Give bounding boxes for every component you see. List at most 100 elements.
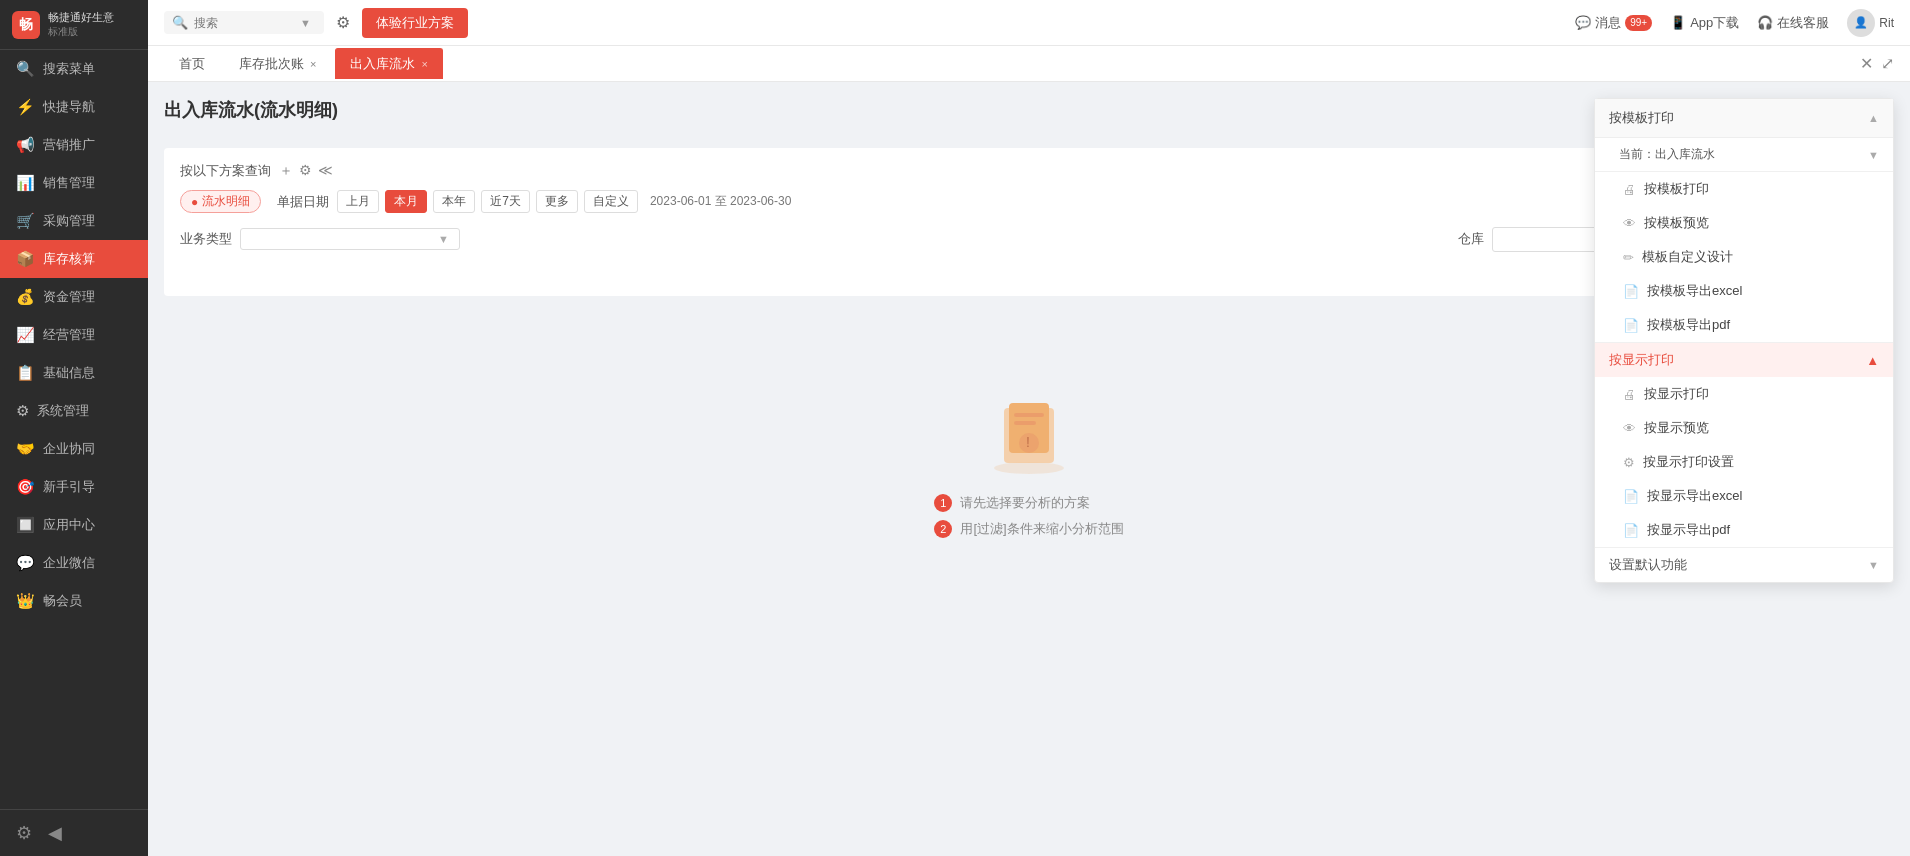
sidebar-item-marketing[interactable]: 📢营销推广 [0,126,148,164]
date-range-text: 2023-06-01 至 2023-06-30 [650,193,791,210]
sidebar-item-purchase[interactable]: 🛒采购管理 [0,202,148,240]
avatar: 👤 [1847,9,1875,37]
sidebar-label-inventory: 库存核算 [43,250,95,268]
collapse-condition-icon[interactable]: ≪ [318,162,333,180]
biz-type-label: 业务类型 [180,230,232,248]
sidebar-item-wechat[interactable]: 💬企业微信 [0,544,148,582]
svg-point-0 [994,462,1064,474]
topbar-right: 💬 消息 99+ 📱 App下载 🎧 在线客服 👤 Rit [1575,9,1894,37]
sidebar-label-operation: 经营管理 [43,326,95,344]
sidebar-item-system[interactable]: ⚙系统管理 [0,392,148,430]
dropdown-item-template-preview[interactable]: 👁 按模板预览 [1595,206,1893,240]
sidebar-item-app-center[interactable]: 🔲应用中心 [0,506,148,544]
gear-condition-icon[interactable]: ⚙ [299,162,312,180]
excel-icon-2: 📄 [1623,489,1639,504]
dropdown-item-display-print-label: 按显示打印 [1644,385,1709,403]
sidebar-label-marketing: 营销推广 [43,136,95,154]
sidebar-item-enterprise[interactable]: 🤝企业协同 [0,430,148,468]
dropdown-close-icon[interactable]: ▲ [1868,112,1879,124]
excel-icon-1: 📄 [1623,284,1639,299]
user-profile[interactable]: 👤 Rit [1847,9,1894,37]
online-service-label: 在线客服 [1777,14,1829,32]
add-condition-icon[interactable]: ＋ [279,162,293,180]
dropdown-item-display-print[interactable]: 🖨 按显示打印 [1595,377,1893,411]
date-btn-current-month[interactable]: 本月 [385,190,427,213]
sidebar-item-guide[interactable]: 🎯新手引导 [0,468,148,506]
tab-maximize-icon[interactable]: ⤢ [1881,54,1894,73]
sidebar-icon-search: 🔍 [16,60,35,78]
dropdown-item-display-pdf[interactable]: 📄 按显示导出pdf [1595,513,1893,547]
dropdown-item-template-print[interactable]: 🖨 按模板打印 [1595,172,1893,206]
date-btn-custom[interactable]: 自定义 [584,190,638,213]
sidebar-item-inventory[interactable]: 📦 库存核算 [0,240,148,278]
app-download-item[interactable]: 📱 App下载 [1670,14,1739,32]
dropdown-title: 按模板打印 [1609,109,1674,127]
dropdown-item-display-excel[interactable]: 📄 按显示导出excel [1595,479,1893,513]
filter-label: 按以下方案查询 [180,162,271,180]
sidebar-item-operation[interactable]: 📈经营管理 [0,316,148,354]
tab-flow[interactable]: 出入库流水 × [335,48,442,79]
date-btn-more[interactable]: 更多 [536,190,578,213]
app-icon: 📱 [1670,15,1686,30]
page-title: 出入库流水(流水明细) [164,98,338,122]
dropdown-footer[interactable]: 设置默认功能 ▼ [1595,548,1893,582]
dropdown-item-template-pdf[interactable]: 📄 按模板导出pdf [1595,308,1893,342]
pdf-icon-1: 📄 [1623,318,1639,333]
sidebar-icon-sales: 📊 [16,174,35,192]
biz-type-select[interactable]: ▼ [240,228,460,250]
dropdown-section2-header[interactable]: 按显示打印 ▲ [1595,343,1893,377]
message-badge: 99+ [1625,15,1652,31]
message-item[interactable]: 💬 消息 99+ [1575,14,1652,32]
preview-icon-1: 👁 [1623,216,1636,231]
dropdown-current[interactable]: 当前：出入库流水 ▼ [1595,138,1893,172]
svg-text:!: ! [1026,434,1030,450]
app-download-label: App下载 [1690,14,1739,32]
collapse-icon[interactable]: ◀ [48,822,62,844]
industry-solution-button[interactable]: 体验行业方案 [362,8,468,38]
dropdown-item-display-preview[interactable]: 👁 按显示预览 [1595,411,1893,445]
sidebar-item-finance[interactable]: 💰资金管理 [0,278,148,316]
sidebar-label-search: 搜索菜单 [43,60,95,78]
settings-gear-icon[interactable]: ⚙ [336,13,350,32]
empty-steps: 1 请先选择要分析的方案 2 用[过滤]条件来缩小分析范围 [934,490,1123,542]
tab-batch-account-label: 库存批次账 [239,55,304,73]
sidebar-icon-inventory: 📦 [16,250,35,268]
tab-flow-close-icon[interactable]: × [421,58,427,70]
sidebar-icon-wechat: 💬 [16,554,35,572]
sidebar-bottom: ⚙ ◀ [0,809,148,856]
dropdown-item-template-excel[interactable]: 📄 按模板导出excel [1595,274,1893,308]
date-btn-7days[interactable]: 近7天 [481,190,530,213]
dropdown-item-display-settings[interactable]: ⚙ 按显示打印设置 [1595,445,1893,479]
biz-type-arrow-icon: ▼ [438,233,449,245]
date-btn-current-year[interactable]: 本年 [433,190,475,213]
sidebar-item-sales[interactable]: 📊销售管理 [0,164,148,202]
dropdown-item-template-design[interactable]: ✏ 模板自定义设计 [1595,240,1893,274]
tab-close-all-icon[interactable]: ✕ [1860,54,1873,73]
headset-icon: 🎧 [1757,15,1773,30]
sidebar-item-basic[interactable]: 📋基础信息 [0,354,148,392]
tab-batch-account-close-icon[interactable]: × [310,58,316,70]
message-icon: 💬 [1575,15,1591,30]
online-service-item[interactable]: 🎧 在线客服 [1757,14,1829,32]
warehouse-label: 仓库 [1458,230,1484,248]
step-num-2: 2 [934,520,952,538]
sidebar-label-member: 畅会员 [43,592,82,610]
dropdown-item-template-print-label: 按模板打印 [1644,180,1709,198]
step-1-text: 请先选择要分析的方案 [960,490,1090,516]
dropdown-item-display-preview-label: 按显示预览 [1644,419,1709,437]
sidebar-item-quick-nav[interactable]: ⚡快捷导航 [0,88,148,126]
dropdown-item-template-pdf-label: 按模板导出pdf [1647,316,1730,334]
tab-home[interactable]: 首页 [164,48,220,79]
settings-icon[interactable]: ⚙ [16,822,32,844]
tab-batch-account[interactable]: 库存批次账 × [224,48,331,79]
filter-tag-item[interactable]: ● 流水明细 [180,190,261,213]
sidebar-item-member[interactable]: 👑畅会员 [0,582,148,620]
user-name: Rit [1879,16,1894,30]
search-input[interactable] [194,16,294,30]
date-btn-last-month[interactable]: 上月 [337,190,379,213]
search-chevron-icon[interactable]: ▼ [300,17,311,29]
sidebar-icon-app-center: 🔲 [16,516,35,534]
sidebar-item-search[interactable]: 🔍 搜索菜单 [0,50,148,88]
filter-tag: ● 流水明细 [180,190,261,213]
search-box[interactable]: 🔍 ▼ [164,11,324,34]
